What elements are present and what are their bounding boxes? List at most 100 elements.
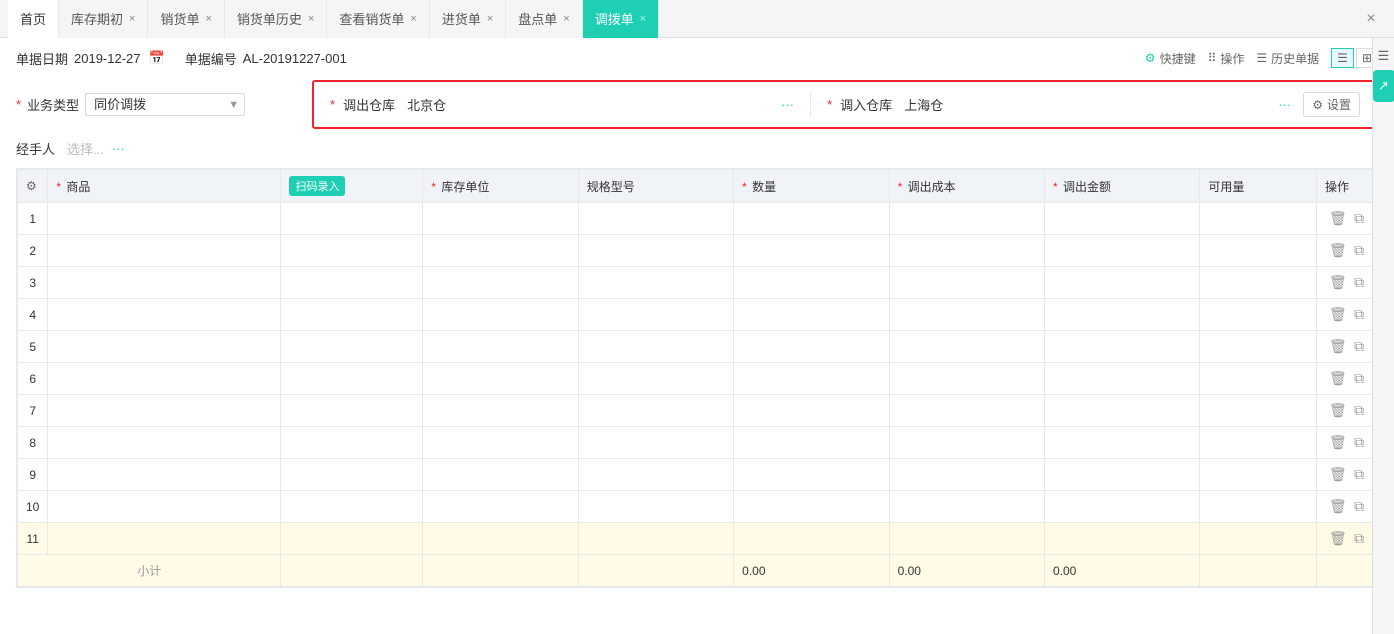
- copy-icon-8[interactable]: ⧉: [1354, 434, 1364, 451]
- row-cost-11[interactable]: [889, 523, 1044, 555]
- delete-icon-5[interactable]: 🗑: [1329, 338, 1347, 355]
- tab-close-inventory-init[interactable]: ×: [129, 13, 135, 25]
- row-cost-1[interactable]: [889, 203, 1044, 235]
- row-qty-10[interactable]: [734, 491, 889, 523]
- row-cost-7[interactable]: [889, 395, 1044, 427]
- delete-icon-7[interactable]: 🗑: [1329, 402, 1347, 419]
- copy-icon-3[interactable]: ⧉: [1354, 274, 1364, 291]
- table-gear-icon[interactable]: ⚙: [26, 179, 37, 193]
- delete-icon-2[interactable]: 🗑: [1329, 242, 1347, 259]
- history-btn[interactable]: ☰ 历史单据: [1256, 50, 1319, 67]
- tab-sales-history[interactable]: 销货单历史 ×: [225, 0, 327, 38]
- copy-icon-10[interactable]: ⧉: [1354, 498, 1364, 515]
- person-input[interactable]: 选择...: [67, 139, 104, 158]
- delete-icon-1[interactable]: 🗑: [1329, 210, 1347, 227]
- row-product-8[interactable]: [48, 427, 281, 459]
- business-type-select[interactable]: 同价调拨: [85, 93, 245, 116]
- doc-no-field: 单据编号 AL-20191227-001: [185, 49, 347, 68]
- row-cost-9[interactable]: [889, 459, 1044, 491]
- delete-icon-6[interactable]: 🗑: [1329, 370, 1347, 387]
- warehouse-in-value[interactable]: 上海仓: [904, 95, 1270, 114]
- tab-view-sales[interactable]: 查看销货单 ×: [327, 0, 429, 38]
- tab-close-purchase[interactable]: ×: [487, 13, 493, 25]
- tab-home[interactable]: 首页: [8, 0, 59, 38]
- row-available-5: [1200, 331, 1317, 363]
- row-product-3[interactable]: [48, 267, 281, 299]
- row-qty-11[interactable]: [734, 523, 889, 555]
- tab-inventory-init[interactable]: 库存期初 ×: [59, 0, 148, 38]
- delete-icon-10[interactable]: 🗑: [1329, 498, 1347, 515]
- side-note-icon[interactable]: ☰: [1374, 46, 1394, 66]
- copy-icon-1[interactable]: ⧉: [1354, 210, 1364, 227]
- scan-entry-button[interactable]: 扫码录入: [289, 176, 345, 196]
- side-export-icon[interactable]: ↗: [1373, 70, 1394, 102]
- row-product-6[interactable]: [48, 363, 281, 395]
- row-qty-5[interactable]: [734, 331, 889, 363]
- row-ops-8: 🗑 ⧉: [1317, 427, 1377, 459]
- row-cost-8[interactable]: [889, 427, 1044, 459]
- row-cost-10[interactable]: [889, 491, 1044, 523]
- row-amount-2: [1044, 235, 1199, 267]
- warehouse-box: * 调出仓库 北京仓 ··· * 调入仓库 上海仓 ··· ⚙ 设置: [312, 80, 1378, 129]
- tab-purchase[interactable]: 进货单 ×: [430, 0, 506, 38]
- delete-icon-9[interactable]: 🗑: [1329, 466, 1347, 483]
- window-close-button[interactable]: ×: [1356, 0, 1386, 38]
- copy-icon-2[interactable]: ⧉: [1354, 242, 1364, 259]
- ops-btn[interactable]: ⠿ 操作: [1208, 50, 1245, 67]
- business-type-row: * 业务类型 同价调拨 ▼: [16, 80, 296, 129]
- tab-close-transfer[interactable]: ×: [640, 13, 646, 25]
- copy-icon-11[interactable]: ⧉: [1354, 530, 1364, 547]
- row-product-2[interactable]: [48, 235, 281, 267]
- tab-sales-order[interactable]: 销货单 ×: [148, 0, 224, 38]
- warehouse-in-field: * 调入仓库 上海仓 ···: [827, 95, 1291, 114]
- row-cost-5[interactable]: [889, 331, 1044, 363]
- row-qty-6[interactable]: [734, 363, 889, 395]
- row-qty-4[interactable]: [734, 299, 889, 331]
- delete-icon-8[interactable]: 🗑: [1329, 434, 1347, 451]
- row-cost-4[interactable]: [889, 299, 1044, 331]
- tab-close-stocktake[interactable]: ×: [563, 13, 569, 25]
- row-product-11[interactable]: [48, 523, 281, 555]
- copy-icon-4[interactable]: ⧉: [1354, 306, 1364, 323]
- row-product-1[interactable]: [48, 203, 281, 235]
- row-qty-2[interactable]: [734, 235, 889, 267]
- copy-icon-6[interactable]: ⧉: [1354, 370, 1364, 387]
- warehouse-in-ellipsis[interactable]: ···: [1278, 97, 1291, 112]
- person-ellipsis[interactable]: ···: [112, 141, 125, 156]
- row-product-4[interactable]: [48, 299, 281, 331]
- shortcut-btn[interactable]: ⚙ 快捷键: [1145, 50, 1196, 67]
- warehouse-in-required: *: [827, 97, 832, 112]
- calendar-icon[interactable]: 📅: [149, 50, 165, 66]
- delete-icon-11[interactable]: 🗑: [1329, 530, 1347, 547]
- row-qty-8[interactable]: [734, 427, 889, 459]
- delete-icon-4[interactable]: 🗑: [1329, 306, 1347, 323]
- table-row: 1 🗑 ⧉: [18, 203, 1377, 235]
- tab-close-sales-order[interactable]: ×: [205, 13, 211, 25]
- tab-stocktake[interactable]: 盘点单 ×: [506, 0, 582, 38]
- row-qty-3[interactable]: [734, 267, 889, 299]
- row-cost-2[interactable]: [889, 235, 1044, 267]
- row-product-5[interactable]: [48, 331, 281, 363]
- row-product-9[interactable]: [48, 459, 281, 491]
- row-qty-9[interactable]: [734, 459, 889, 491]
- copy-icon-7[interactable]: ⧉: [1354, 402, 1364, 419]
- row-product-10[interactable]: [48, 491, 281, 523]
- copy-icon-9[interactable]: ⧉: [1354, 466, 1364, 483]
- row-cost-3[interactable]: [889, 267, 1044, 299]
- subtotal-empty-3: [578, 555, 733, 587]
- row-qty-1[interactable]: [734, 203, 889, 235]
- row-unit-5: [423, 331, 578, 363]
- row-qty-7[interactable]: [734, 395, 889, 427]
- row-spec-10: [578, 491, 733, 523]
- row-product-7[interactable]: [48, 395, 281, 427]
- row-cost-6[interactable]: [889, 363, 1044, 395]
- warehouse-out-ellipsis[interactable]: ···: [781, 97, 794, 112]
- layout-list-btn[interactable]: ☰: [1331, 48, 1354, 68]
- warehouse-out-value[interactable]: 北京仓: [407, 95, 773, 114]
- tab-transfer[interactable]: 调拨单 ×: [583, 0, 659, 38]
- copy-icon-5[interactable]: ⧉: [1354, 338, 1364, 355]
- delete-icon-3[interactable]: 🗑: [1329, 274, 1347, 291]
- tab-close-sales-history[interactable]: ×: [308, 13, 314, 25]
- settings-button[interactable]: ⚙ 设置: [1303, 92, 1360, 117]
- tab-close-view-sales[interactable]: ×: [410, 13, 416, 25]
